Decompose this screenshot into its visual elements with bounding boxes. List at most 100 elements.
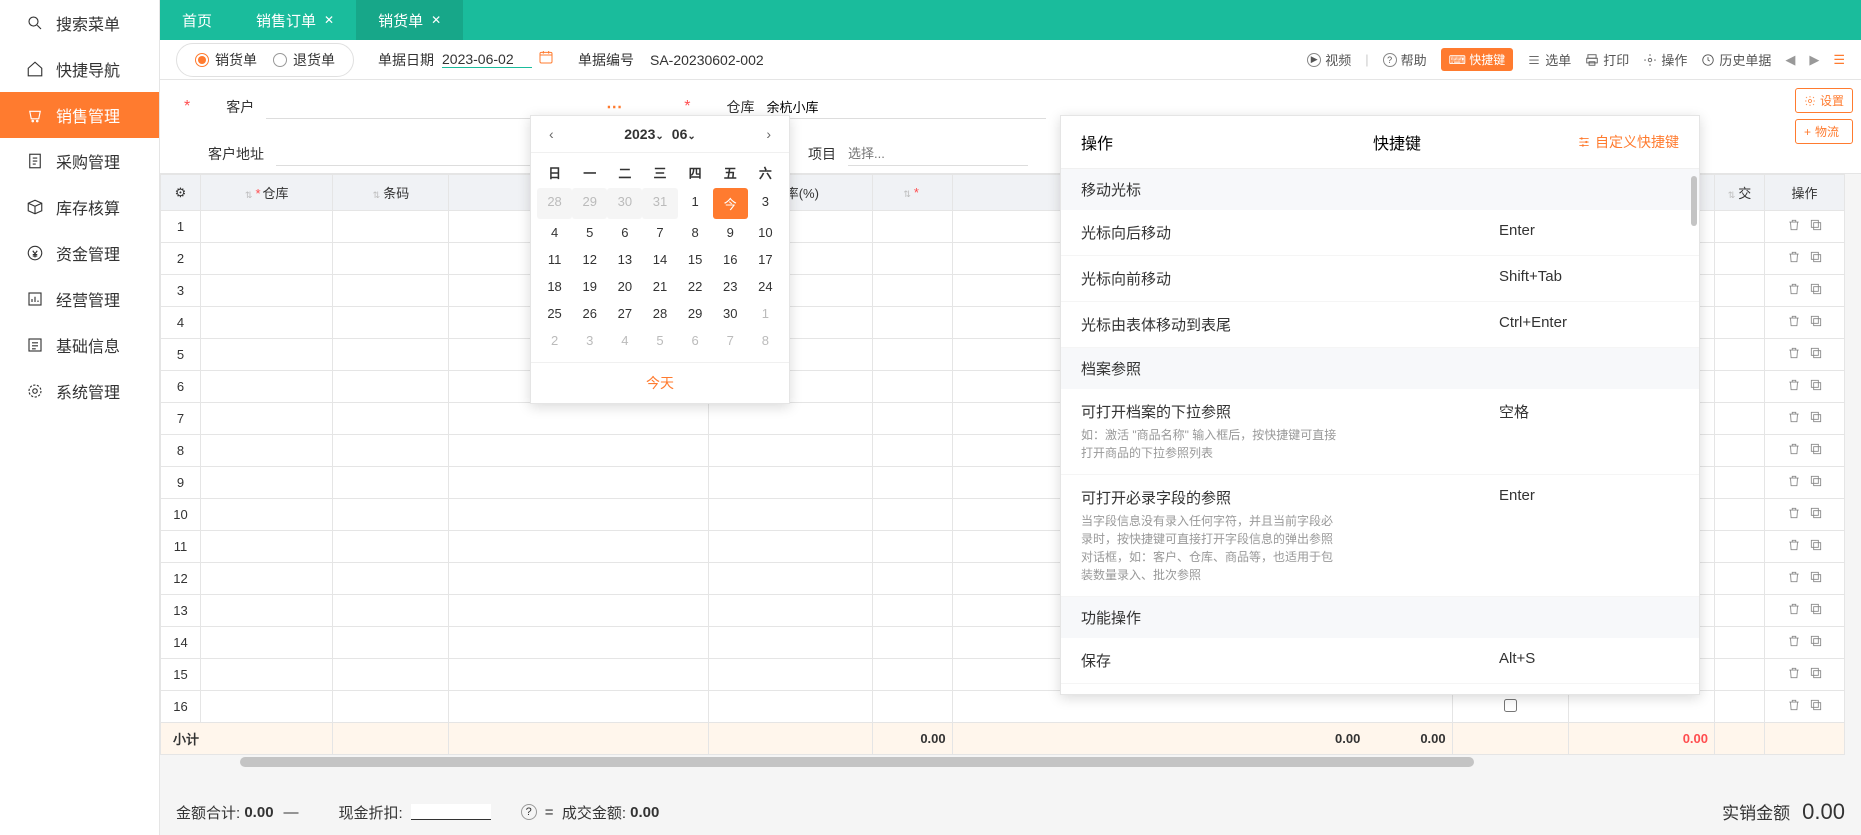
copy-icon[interactable] bbox=[1809, 314, 1823, 331]
calendar-day[interactable]: 6 bbox=[607, 219, 642, 246]
sidebar-item-3[interactable]: 采购管理 bbox=[0, 138, 159, 184]
calendar-day[interactable]: 26 bbox=[572, 300, 607, 327]
table-row[interactable]: 16 bbox=[161, 691, 1845, 723]
delete-icon[interactable] bbox=[1787, 602, 1801, 619]
delete-icon[interactable] bbox=[1787, 442, 1801, 459]
top-tab-2[interactable]: 销货单✕ bbox=[356, 0, 463, 40]
delete-icon[interactable] bbox=[1787, 698, 1801, 715]
warehouse-input[interactable] bbox=[766, 95, 1046, 119]
calendar-day[interactable]: 30 bbox=[607, 188, 642, 219]
video-link[interactable]: ▶视频 bbox=[1307, 50, 1351, 69]
delete-icon[interactable] bbox=[1787, 218, 1801, 235]
help-link[interactable]: ?帮助 bbox=[1383, 50, 1427, 69]
sidebar-item-6[interactable]: 经营管理 bbox=[0, 276, 159, 322]
th-barcode[interactable]: ⇅条码 bbox=[333, 175, 449, 211]
th-gear[interactable]: ⚙ bbox=[161, 175, 201, 211]
history-link[interactable]: 历史单据 bbox=[1701, 50, 1771, 69]
radio-0[interactable]: 销货单 bbox=[195, 50, 257, 70]
calendar-day[interactable]: 今 bbox=[713, 188, 748, 219]
th-delivery[interactable]: ⇅交 bbox=[1715, 175, 1765, 211]
delete-icon[interactable] bbox=[1787, 282, 1801, 299]
calendar-prev[interactable]: ‹ bbox=[543, 126, 560, 142]
calendar-day[interactable]: 1 bbox=[678, 188, 713, 219]
calendar-day[interactable]: 17 bbox=[748, 246, 783, 273]
calendar-day[interactable]: 15 bbox=[678, 246, 713, 273]
calendar-day[interactable]: 8 bbox=[748, 327, 783, 354]
top-tab-0[interactable]: 首页 bbox=[160, 0, 234, 40]
calendar-day[interactable]: 22 bbox=[678, 273, 713, 300]
delete-icon[interactable] bbox=[1787, 250, 1801, 267]
calendar-day[interactable]: 29 bbox=[572, 188, 607, 219]
copy-icon[interactable] bbox=[1809, 634, 1823, 651]
calendar-today-button[interactable]: 今天 bbox=[531, 362, 789, 403]
chevron-right-icon[interactable]: ▶ bbox=[1809, 52, 1819, 68]
calendar-day[interactable]: 19 bbox=[572, 273, 607, 300]
calendar-day[interactable]: 10 bbox=[748, 219, 783, 246]
calendar-day[interactable]: 6 bbox=[678, 327, 713, 354]
calendar-day[interactable]: 25 bbox=[537, 300, 572, 327]
sidebar-item-1[interactable]: 快捷导航 bbox=[0, 46, 159, 92]
scroll-thumb[interactable] bbox=[240, 757, 1474, 767]
more-dots-1[interactable]: ⋯ bbox=[606, 97, 624, 117]
copy-icon[interactable] bbox=[1809, 538, 1823, 555]
calendar-day[interactable]: 29 bbox=[678, 300, 713, 327]
sidebar-item-4[interactable]: 库存核算 bbox=[0, 184, 159, 230]
close-icon[interactable]: ✕ bbox=[431, 13, 441, 27]
copy-icon[interactable] bbox=[1809, 506, 1823, 523]
gift-checkbox[interactable] bbox=[1504, 699, 1517, 712]
calendar-day[interactable]: 12 bbox=[572, 246, 607, 273]
horizontal-scrollbar[interactable] bbox=[200, 755, 1845, 769]
calendar-day[interactable]: 14 bbox=[642, 246, 677, 273]
question-icon[interactable]: ? bbox=[521, 804, 537, 820]
sidebar-item-0[interactable]: 搜索菜单 bbox=[0, 0, 159, 46]
calendar-day[interactable]: 3 bbox=[748, 188, 783, 219]
calendar-day[interactable]: 5 bbox=[642, 327, 677, 354]
calendar-day[interactable]: 1 bbox=[748, 300, 783, 327]
copy-icon[interactable] bbox=[1809, 250, 1823, 267]
calendar-title[interactable]: 2023⌄ 06⌄ bbox=[624, 126, 696, 142]
customer-input[interactable] bbox=[266, 95, 546, 119]
close-icon[interactable]: ✕ bbox=[324, 13, 334, 27]
copy-icon[interactable] bbox=[1809, 698, 1823, 715]
copy-icon[interactable] bbox=[1809, 474, 1823, 491]
copy-icon[interactable] bbox=[1809, 410, 1823, 427]
shortcut-scrollbar[interactable] bbox=[1691, 176, 1697, 226]
calendar-day[interactable]: 3 bbox=[572, 327, 607, 354]
operate-link[interactable]: 操作 bbox=[1643, 50, 1687, 69]
settings-button[interactable]: 设置 bbox=[1795, 88, 1853, 113]
delete-icon[interactable] bbox=[1787, 474, 1801, 491]
copy-icon[interactable] bbox=[1809, 602, 1823, 619]
select-sheet-link[interactable]: 选单 bbox=[1527, 50, 1571, 69]
delete-icon[interactable] bbox=[1787, 346, 1801, 363]
sidebar-item-5[interactable]: 资金管理 bbox=[0, 230, 159, 276]
calendar-day[interactable]: 28 bbox=[642, 300, 677, 327]
delete-icon[interactable] bbox=[1787, 570, 1801, 587]
calendar-day[interactable]: 4 bbox=[607, 327, 642, 354]
project-input[interactable] bbox=[848, 142, 1028, 166]
calendar-icon[interactable] bbox=[538, 49, 554, 70]
print-link[interactable]: 打印 bbox=[1585, 50, 1629, 69]
calendar-day[interactable]: 20 bbox=[607, 273, 642, 300]
calendar-day[interactable]: 24 bbox=[748, 273, 783, 300]
calendar-day[interactable]: 18 bbox=[537, 273, 572, 300]
calendar-day[interactable]: 7 bbox=[713, 327, 748, 354]
calendar-day[interactable]: 31 bbox=[642, 188, 677, 219]
calendar-day[interactable]: 11 bbox=[537, 246, 572, 273]
copy-icon[interactable] bbox=[1809, 282, 1823, 299]
calendar-day[interactable]: 4 bbox=[537, 219, 572, 246]
delete-icon[interactable] bbox=[1787, 378, 1801, 395]
copy-icon[interactable] bbox=[1809, 666, 1823, 683]
sidebar-item-7[interactable]: 基础信息 bbox=[0, 322, 159, 368]
copy-icon[interactable] bbox=[1809, 378, 1823, 395]
delete-icon[interactable] bbox=[1787, 666, 1801, 683]
radio-1[interactable]: 退货单 bbox=[273, 50, 335, 70]
calendar-day[interactable]: 23 bbox=[713, 273, 748, 300]
delete-icon[interactable] bbox=[1787, 538, 1801, 555]
custom-shortcut-button[interactable]: 自定义快捷键 bbox=[1577, 132, 1679, 152]
logistics-button[interactable]: +物流 bbox=[1795, 119, 1853, 144]
calendar-day[interactable]: 16 bbox=[713, 246, 748, 273]
th-warehouse[interactable]: ⇅仓库 bbox=[201, 175, 333, 211]
delete-icon[interactable] bbox=[1787, 634, 1801, 651]
calendar-day[interactable]: 28 bbox=[537, 188, 572, 219]
top-tab-1[interactable]: 销售订单✕ bbox=[234, 0, 356, 40]
